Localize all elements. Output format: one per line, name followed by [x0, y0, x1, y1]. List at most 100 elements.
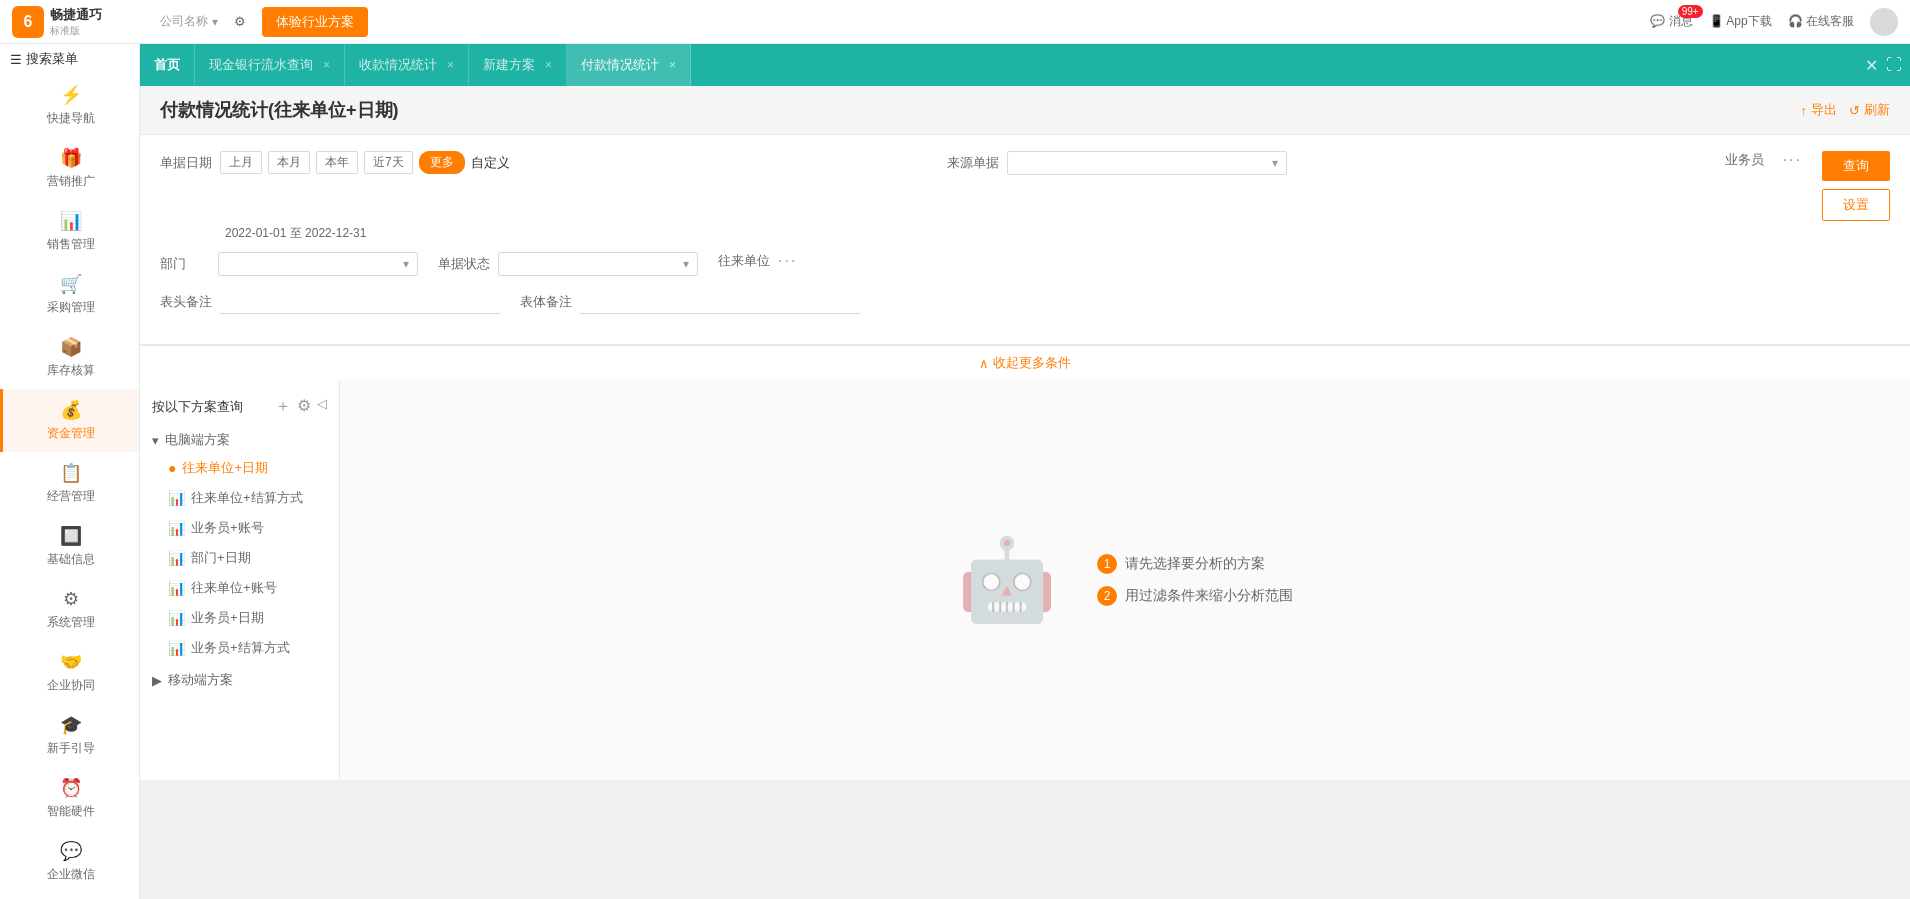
sidebar-item-marketing[interactable]: 🎁 营销推广 [0, 137, 139, 200]
date-options: 上月 本月 本年 近7天 更多 自定义 [220, 151, 510, 174]
date-btn-this-month[interactable]: 本月 [268, 151, 310, 174]
counterpart-filter: 往来单位 ··· [718, 252, 797, 270]
date-btn-more[interactable]: 更多 [419, 151, 465, 174]
date-btn-this-year[interactable]: 本年 [316, 151, 358, 174]
content-area: 首页 现金银行流水查询 × 收款情况统计 × 新建方案 × 付款情况统计 × ✕… [140, 44, 1910, 899]
notification-badge: 99+ [1678, 5, 1703, 18]
header-note-input[interactable] [220, 290, 500, 314]
online-service-link[interactable]: 🎧 在线客服 [1788, 13, 1854, 30]
dept-select[interactable]: ▾ [218, 252, 418, 276]
refresh-button[interactable]: ↺ 刷新 [1849, 101, 1890, 119]
date-btn-last-month[interactable]: 上月 [220, 151, 262, 174]
empty-tip-2: 2 用过滤条件来缩小分析范围 [1097, 586, 1293, 606]
body-note-input[interactable] [580, 290, 860, 314]
sidebar-search-menu[interactable]: ☰ 搜索菜单 [0, 44, 139, 74]
export-button[interactable]: ↑ 导出 [1801, 101, 1838, 119]
sidebar-item-basic-info[interactable]: 🔲 基础信息 [0, 515, 139, 578]
doc-status-chevron-icon: ▾ [683, 257, 689, 271]
filter-row-2: 部门 ▾ 单据状态 ▾ 往来单位 [160, 252, 1890, 276]
settings-gear-icon[interactable]: ⚙ [226, 8, 254, 36]
top-bar-right: 💬 消息 99+ 📱 App下载 🎧 在线客服 [1650, 8, 1898, 36]
query-button[interactable]: 查询 [1822, 151, 1890, 181]
sidebar-item-quick-nav[interactable]: ⚡ 快捷导航 [0, 74, 139, 137]
sidebar-item-vip[interactable]: V 畅会员 [0, 893, 139, 899]
main-layout: ☰ 搜索菜单 ⚡ 快捷导航 🎁 营销推广 📊 销售管理 🛒 采购管理 📦 库存核… [0, 44, 1910, 899]
doc-status-select[interactable]: ▾ [498, 252, 698, 276]
headset-icon: 🎧 [1788, 14, 1803, 28]
tab-bank-flow[interactable]: 现金银行流水查询 × [195, 44, 345, 86]
scheme-item-salesman-account[interactable]: 📊 业务员+账号 [140, 513, 339, 543]
workspace: 按以下方案查询 ＋ ⚙ ◁ ▾ 电脑端方案 ● [140, 380, 1910, 780]
sidebar-item-system[interactable]: ⚙ 系统管理 [0, 578, 139, 641]
salesman-label: 业务员 [1725, 151, 1775, 169]
scheme-actions: ＋ ⚙ ◁ [275, 396, 327, 417]
scheme-item-counterpart-settlement[interactable]: 📊 往来单位+结算方式 [140, 483, 339, 513]
tab-new-scheme[interactable]: 新建方案 × [469, 44, 567, 86]
tab-close-payment-stat[interactable]: × [669, 58, 676, 72]
date-custom-label: 自定义 [471, 154, 510, 172]
collapse-button[interactable]: ∧ 收起更多条件 [140, 345, 1910, 380]
sidebar-item-inventory[interactable]: 📦 库存核算 [0, 326, 139, 389]
tab-receipt-stat[interactable]: 收款情况统计 × [345, 44, 469, 86]
scheme-item-salesman-settlement[interactable]: 📊 业务员+结算方式 [140, 633, 339, 663]
sidebar-item-sales[interactable]: 📊 销售管理 [0, 200, 139, 263]
scheme-panel-header: 按以下方案查询 ＋ ⚙ ◁ [140, 390, 339, 423]
sidebar-item-guide[interactable]: 🎓 新手引导 [0, 704, 139, 767]
dept-label: 部门 [160, 255, 210, 273]
tab-payment-stat[interactable]: 付款情况统计 × [567, 44, 691, 86]
trial-button[interactable]: 体验行业方案 [262, 7, 368, 37]
page-header: 付款情况统计(往来单位+日期) ↑ 导出 ↺ 刷新 [140, 86, 1910, 135]
filter-row-3: 表头备注 表体备注 [160, 290, 1890, 314]
pc-scheme-group-header[interactable]: ▾ 电脑端方案 [140, 427, 339, 453]
scheme-item-dept-date[interactable]: 📊 部门+日期 [140, 543, 339, 573]
counterpart-dots[interactable]: ··· [778, 252, 797, 270]
tab-close-bank-flow[interactable]: × [323, 58, 330, 72]
add-scheme-icon[interactable]: ＋ [275, 396, 291, 417]
settings-button[interactable]: 设置 [1822, 189, 1890, 221]
date-btn-7days[interactable]: 近7天 [364, 151, 413, 174]
sidebar-item-enterprise-wechat[interactable]: 💬 企业微信 [0, 830, 139, 893]
scheme-settings-icon[interactable]: ⚙ [297, 396, 311, 417]
empty-state: 1 请先选择要分析的方案 2 用过滤条件来缩小分析范围 [1097, 554, 1293, 606]
chevron-right-mobile-icon: ▶ [152, 673, 162, 688]
tab-close-new-scheme[interactable]: × [545, 58, 552, 72]
lightning-icon: ⚡ [60, 84, 82, 106]
sidebar-item-purchase[interactable]: 🛒 采购管理 [0, 263, 139, 326]
sidebar-item-operation[interactable]: 📋 经营管理 [0, 452, 139, 515]
date-filter: 单据日期 上月 本月 本年 近7天 更多 自定义 [160, 151, 510, 174]
scheme-icon-5: 📊 [168, 610, 185, 626]
chevron-down-pc-icon: ▾ [152, 433, 159, 448]
empty-robot-illustration: 🤖 [957, 533, 1057, 627]
chevron-down-icon: ▾ [212, 15, 218, 29]
wechat-icon: 💬 [60, 840, 82, 862]
user-avatar[interactable] [1870, 8, 1898, 36]
tab-close-receipt-stat[interactable]: × [447, 58, 454, 72]
source-label: 来源单据 [947, 154, 999, 172]
doc-status-label: 单据状态 [438, 255, 490, 273]
notification-area[interactable]: 💬 消息 99+ [1650, 13, 1692, 30]
export-icon: ↑ [1801, 103, 1808, 118]
logo-area: 6 畅捷通巧 标准版 [12, 6, 152, 38]
company-selector[interactable]: 公司名称 ▾ [160, 13, 218, 30]
scheme-panel-collapse-icon[interactable]: ◁ [317, 396, 327, 417]
scheme-item-salesman-date[interactable]: 📊 业务员+日期 [140, 603, 339, 633]
app-download-link[interactable]: 📱 App下载 [1709, 13, 1772, 30]
scheme-item-counterpart-account[interactable]: 📊 往来单位+账号 [140, 573, 339, 603]
body-note-label: 表体备注 [520, 293, 572, 311]
scheme-item-counterpart-date[interactable]: ● 往来单位+日期 [140, 453, 339, 483]
sidebar-item-capital[interactable]: 💰 资金管理 [0, 389, 139, 452]
handshake-icon: 🤝 [60, 651, 82, 673]
salesman-dots[interactable]: ··· [1783, 151, 1802, 169]
expand-icon[interactable]: ⛶ [1886, 56, 1902, 74]
sidebar-item-enterprise[interactable]: 🤝 企业协同 [0, 641, 139, 704]
header-note-label: 表头备注 [160, 293, 212, 311]
mobile-scheme-group-header[interactable]: ▶ 移动端方案 [140, 667, 339, 693]
source-doc-select[interactable]: ▾ [1007, 151, 1287, 175]
close-all-tabs-icon[interactable]: ✕ [1865, 56, 1878, 75]
tab-bar: 首页 现金银行流水查询 × 收款情况统计 × 新建方案 × 付款情况统计 × ✕… [140, 44, 1910, 86]
sidebar-item-smart-hw[interactable]: ⏰ 智能硬件 [0, 767, 139, 830]
company-name: 公司名称 [160, 13, 208, 30]
tab-home[interactable]: 首页 [140, 44, 195, 86]
clipboard-icon: 📋 [60, 462, 82, 484]
header-note-filter: 表头备注 [160, 290, 500, 314]
